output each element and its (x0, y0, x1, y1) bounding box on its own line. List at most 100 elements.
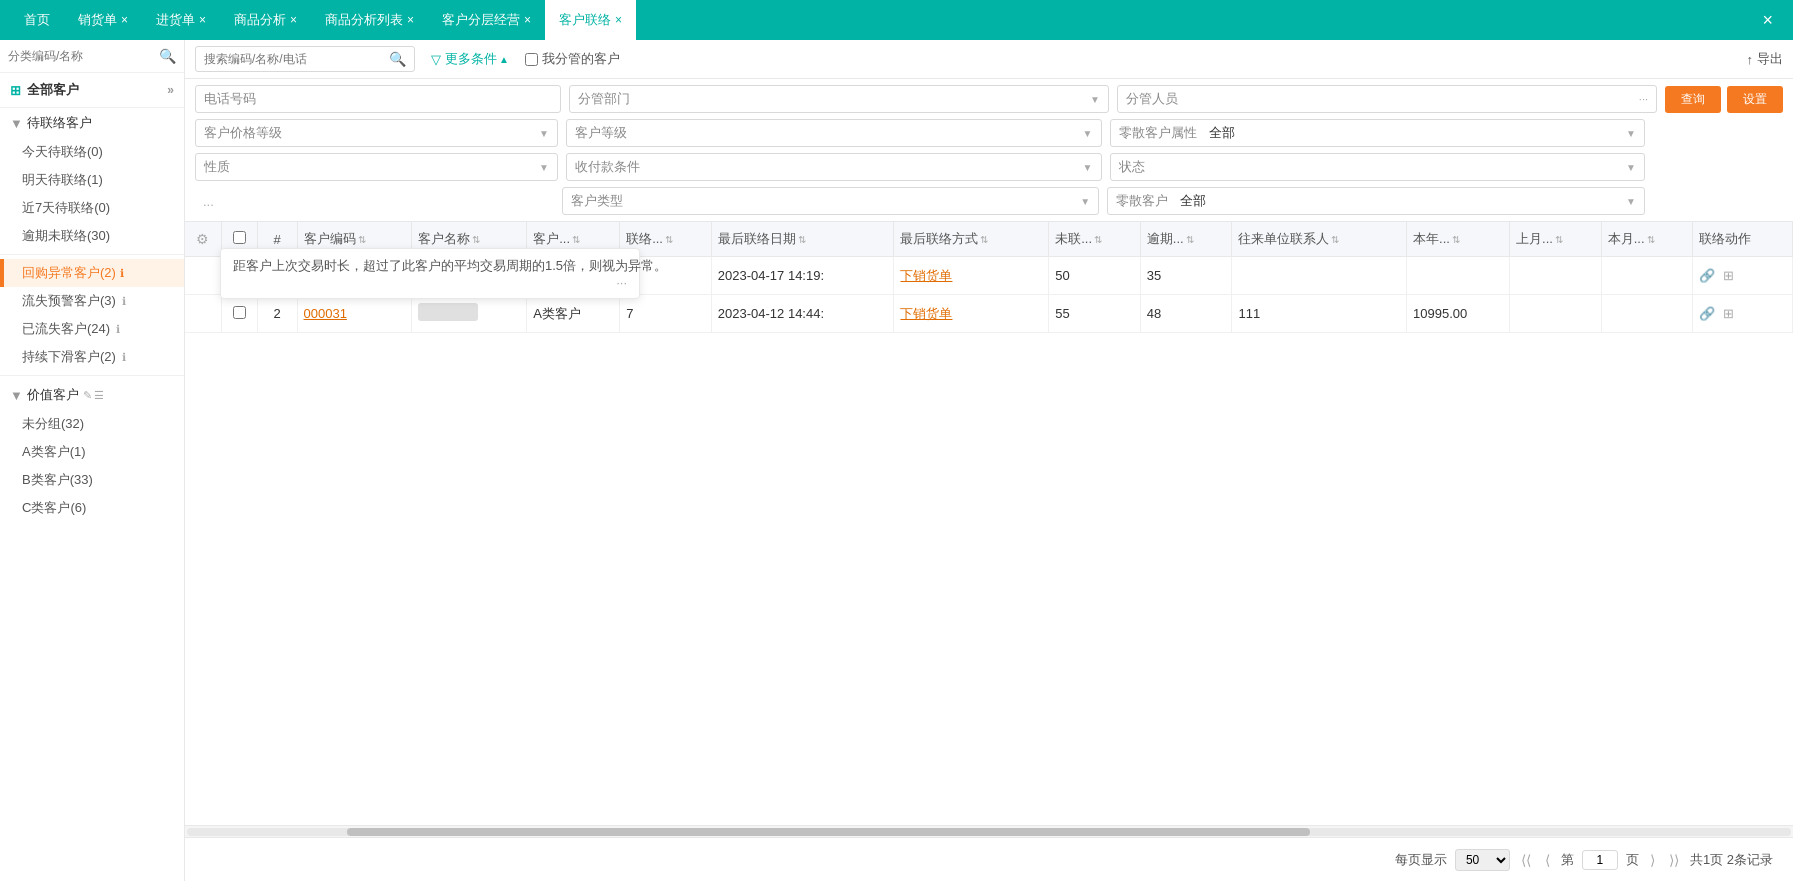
scrollbar-thumb[interactable] (347, 828, 1309, 836)
sidebar-search-icon[interactable]: 🔍 (159, 48, 176, 64)
sidebar-item-today-pending[interactable]: 今天待联络(0) (0, 138, 184, 166)
sidebar-item-tomorrow-pending[interactable]: 明天待联络(1) (0, 166, 184, 194)
filter-dots[interactable]: ... (195, 194, 554, 209)
nav-customer-contact[interactable]: 客户联络 × (545, 0, 636, 40)
filter-customer-type[interactable]: 客户类型 ▼ (562, 187, 1100, 215)
next-page-button[interactable]: ⟩ (1647, 852, 1658, 868)
contact-method-link-2[interactable]: 下销货单 (900, 306, 952, 321)
sidebar-item-repurchase-abnormal[interactable]: 回购异常客户(2) ℹ (0, 259, 184, 287)
link-icon-1[interactable]: 🔗 (1699, 268, 1715, 283)
horizontal-scrollbar[interactable] (185, 825, 1793, 837)
td-this-year-1 (1407, 257, 1510, 295)
nav-close-product-list[interactable]: × (407, 13, 414, 27)
td-this-year-2: 10995.00 (1407, 295, 1510, 333)
retail-attr-arrow-icon: ▼ (1626, 128, 1636, 139)
retail-customer-label: 零散客户 (1116, 192, 1168, 210)
per-page-select[interactable]: 50 100 200 (1455, 849, 1510, 871)
sidebar-item-already-lost[interactable]: 已流失客户(24) ℹ (0, 315, 184, 343)
first-page-button[interactable]: ⟨⟨ (1518, 852, 1534, 868)
td-code-2[interactable]: 000031 (297, 295, 412, 333)
settings-button[interactable]: 设置 (1727, 86, 1783, 113)
link-icon-2[interactable]: 🔗 (1699, 306, 1715, 321)
sidebar-pending-group-title[interactable]: ▼ 待联络客户 (0, 108, 184, 138)
customer-code-link-2[interactable]: 000031 (304, 306, 347, 321)
sidebar-item-ungroup[interactable]: 未分组(32) (0, 410, 184, 438)
sidebar-item-class-a[interactable]: A类客户(1) (0, 438, 184, 466)
filter-search-icon[interactable]: 🔍 (389, 51, 406, 67)
sidebar-item-class-b[interactable]: B类客户(33) (0, 466, 184, 494)
td-overdue-1: 35 (1140, 257, 1232, 295)
th-last-contact-date[interactable]: 最后联络日期 ⇅ (711, 222, 894, 257)
nav-sales-order[interactable]: 销货单 × (64, 0, 142, 40)
nav-product-analysis[interactable]: 商品分析 × (220, 0, 311, 40)
nav-home[interactable]: 首页 (10, 0, 64, 40)
close-all-icon[interactable]: × (1752, 10, 1783, 31)
edit-icon[interactable]: ✎ (83, 389, 92, 402)
td-name-2 (412, 295, 527, 333)
table-settings-gear[interactable]: ⚙ (196, 231, 209, 247)
gender-arrow-icon: ▼ (539, 162, 549, 173)
filter-retail-customer[interactable]: 零散客户 全部 ▼ (1107, 187, 1645, 215)
nav-customer-tier[interactable]: 客户分层经营 × (428, 0, 545, 40)
filter-more-conditions[interactable]: ▽ 更多条件 ▲ (423, 46, 517, 72)
table-area: ⚙ # 客户编码 ⇅ (185, 222, 1793, 825)
settings-icon-sidebar[interactable]: ☰ (94, 389, 104, 402)
sidebar: 🔍 ⊞ 全部客户 » ▼ 待联络客户 今天待联络(0) 明天待联络(1) (0, 40, 185, 881)
nav-close-purchase[interactable]: × (199, 13, 206, 27)
th-settings: ⚙ (185, 222, 221, 257)
th-this-year[interactable]: 本年... ⇅ (1407, 222, 1510, 257)
select-all-checkbox[interactable] (233, 231, 246, 244)
tooltip-more-icon[interactable]: ··· (616, 275, 627, 290)
nav-purchase-order[interactable]: 进货单 × (142, 0, 220, 40)
nav-close-customer-tier[interactable]: × (524, 13, 531, 27)
filter-search-input[interactable] (204, 52, 389, 66)
retail-attr-value: 全部 (1209, 124, 1235, 142)
filter-price-level[interactable]: 客户价格等级 ▼ (195, 119, 558, 147)
nav-close-sales[interactable]: × (121, 13, 128, 27)
sidebar-item-class-c[interactable]: C类客户(6) (0, 494, 184, 522)
export-button[interactable]: ↑ 导出 (1747, 50, 1784, 68)
filter-status[interactable]: 状态 ▼ (1110, 153, 1646, 181)
prev-page-button[interactable]: ⟨ (1542, 852, 1553, 868)
nav-close-customer-contact[interactable]: × (615, 13, 622, 27)
th-this-month[interactable]: 本月... ⇅ (1601, 222, 1693, 257)
sort-uncontacted-icon: ⇅ (1094, 234, 1102, 245)
retail-customer-value: 全部 (1180, 192, 1206, 210)
td-last-date-2: 2023-04-12 14:44: (711, 295, 894, 333)
my-customers-check[interactable] (525, 53, 538, 66)
filter-gender[interactable]: 性质 ▼ (195, 153, 558, 181)
sidebar-item-7days-pending[interactable]: 近7天待联络(0) (0, 194, 184, 222)
sidebar-item-continuous-down[interactable]: 持续下滑客户(2) ℹ (0, 343, 184, 371)
sidebar-collapse-icon[interactable]: » (167, 83, 174, 97)
filter-dept[interactable]: 分管部门 ▼ (569, 85, 1109, 113)
sidebar-item-lost-warning[interactable]: 流失预警客户(3) ℹ (0, 287, 184, 315)
filter-customer-level[interactable]: 客户等级 ▼ (566, 119, 1102, 147)
filter-person[interactable]: 分管人员 ··· (1117, 85, 1657, 113)
last-page-button[interactable]: ⟩⟩ (1666, 852, 1682, 868)
filter-retail-attr[interactable]: 零散客户属性 全部 ▼ (1110, 119, 1646, 147)
th-overdue[interactable]: 逾期... ⇅ (1140, 222, 1232, 257)
th-uncontacted[interactable]: 未联... ⇅ (1049, 222, 1141, 257)
qr-icon-1[interactable]: ⊞ (1723, 268, 1734, 283)
th-last-contact-method[interactable]: 最后联络方式 ⇅ (894, 222, 1049, 257)
current-page-input[interactable] (1582, 850, 1618, 870)
td-actions-2: 🔗 ⊞ (1693, 295, 1793, 333)
customer-name-blurred-2 (418, 303, 478, 321)
price-level-label: 客户价格等级 (204, 124, 282, 142)
sidebar-all-customers[interactable]: ⊞ 全部客户 » (0, 73, 184, 108)
filter-phone[interactable]: 电话号码 (195, 85, 561, 113)
nav-product-analysis-list[interactable]: 商品分析列表 × (311, 0, 428, 40)
sidebar-search-input[interactable] (8, 49, 155, 63)
filter-pay-terms[interactable]: 收付款条件 ▼ (566, 153, 1102, 181)
sidebar-value-group[interactable]: ▼ 价值客户 ✎ ☰ (0, 380, 184, 410)
th-last-month[interactable]: 上月... ⇅ (1510, 222, 1602, 257)
qr-icon-2[interactable]: ⊞ (1723, 306, 1734, 321)
my-customers-checkbox[interactable]: 我分管的客户 (525, 50, 620, 68)
row2-checkbox[interactable] (233, 306, 246, 319)
sidebar-search-bar: 🔍 (0, 40, 184, 73)
sidebar-item-overdue-pending[interactable]: 逾期未联络(30) (0, 222, 184, 250)
contact-method-link-1[interactable]: 下销货单 (900, 268, 952, 283)
th-unit-contact[interactable]: 往来单位联系人 ⇅ (1232, 222, 1407, 257)
query-button[interactable]: 查询 (1665, 86, 1721, 113)
nav-close-product-analysis[interactable]: × (290, 13, 297, 27)
